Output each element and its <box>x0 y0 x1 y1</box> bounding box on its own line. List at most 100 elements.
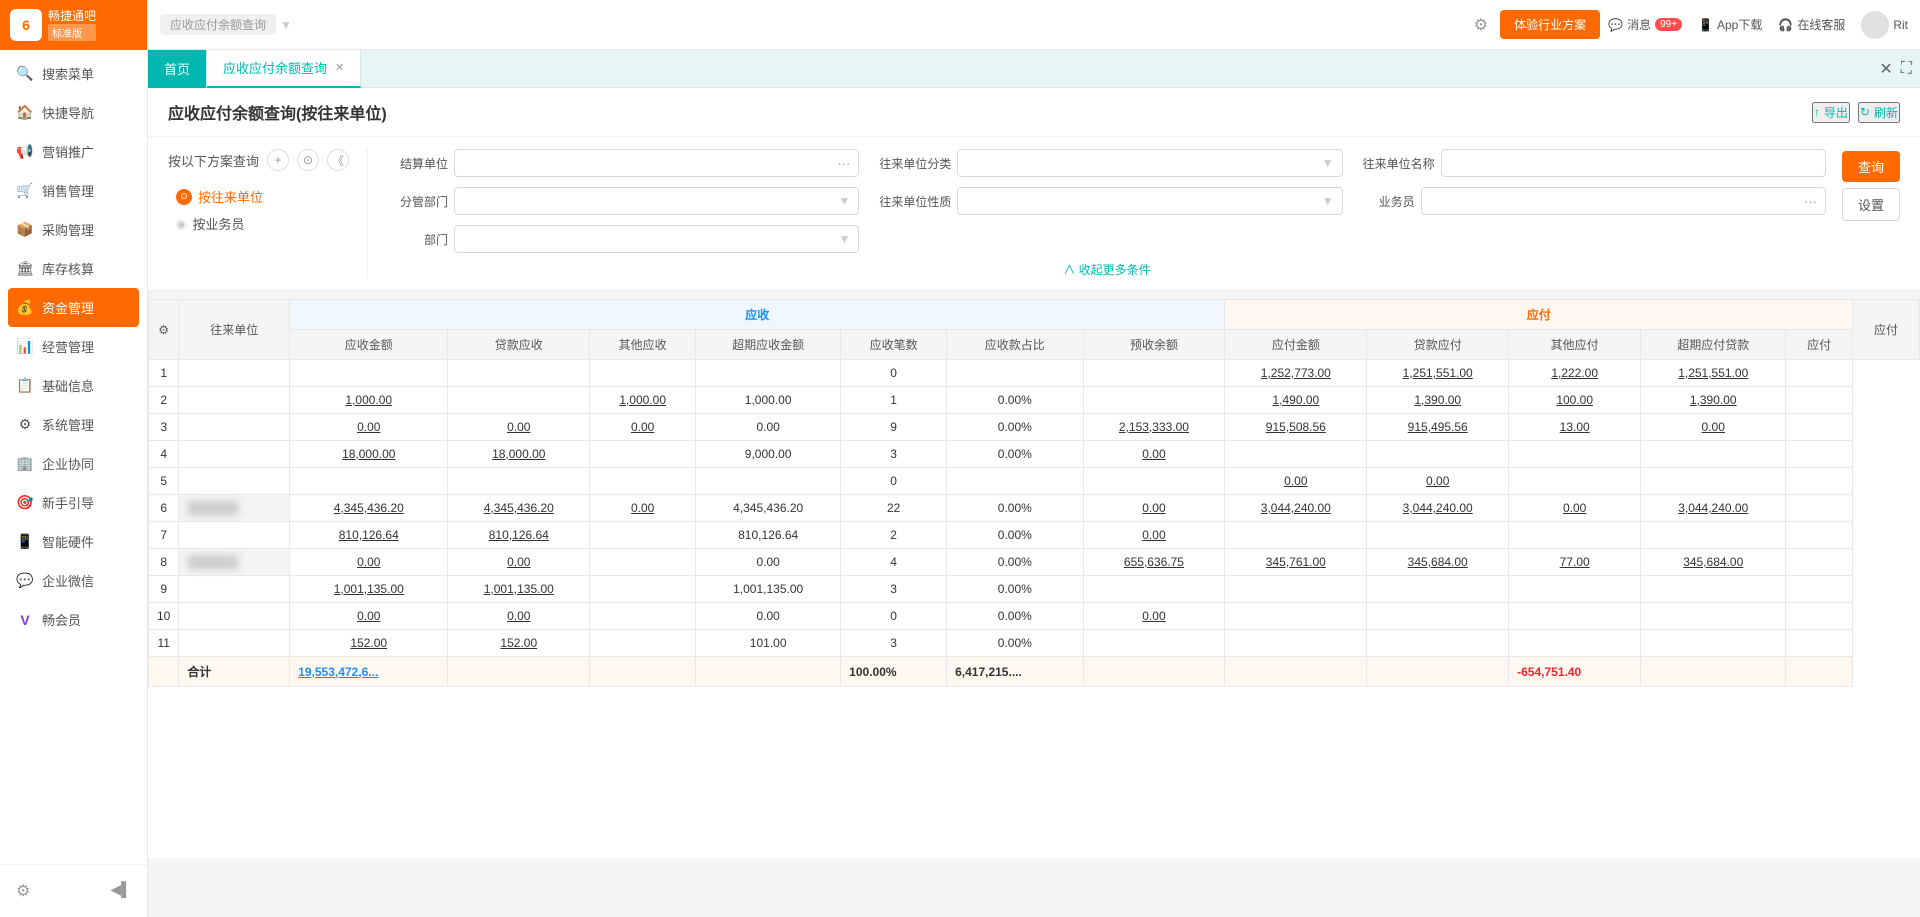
data-cell[interactable] <box>1509 630 1641 657</box>
sidebar-item-enterprise[interactable]: 🏢 企业协同 <box>0 444 147 483</box>
sidebar-item-purchase[interactable]: 📦 采购管理 <box>0 210 147 249</box>
filter-option-by-unit[interactable]: ⊙ 按往来单位 <box>168 183 355 210</box>
data-cell[interactable] <box>590 603 696 630</box>
data-cell[interactable] <box>1509 468 1641 495</box>
data-cell[interactable] <box>290 468 448 495</box>
data-cell[interactable] <box>1641 522 1786 549</box>
data-cell[interactable]: 810,126.64 <box>448 522 590 549</box>
sidebar-settings-icon[interactable]: ⚙ <box>16 881 30 901</box>
data-cell[interactable]: 0.00 <box>1083 522 1225 549</box>
data-cell[interactable] <box>1083 576 1225 603</box>
data-cell[interactable]: 1,222.00 <box>1509 360 1641 387</box>
user-avatar[interactable]: Rit <box>1861 11 1908 39</box>
data-cell[interactable]: 3,044,240.00 <box>1641 495 1786 522</box>
data-cell[interactable] <box>1509 441 1641 468</box>
sidebar-item-basic[interactable]: 📋 基础信息 <box>0 366 147 405</box>
data-cell[interactable]: 0.00 <box>290 414 448 441</box>
sidebar-collapse-icon[interactable]: ◀▌ <box>110 881 131 901</box>
data-cell[interactable] <box>1083 360 1225 387</box>
sidebar-item-weixin[interactable]: 💬 企业微信 <box>0 561 147 600</box>
messages-button[interactable]: 💬 消息 99+ <box>1608 16 1682 33</box>
data-cell[interactable] <box>1641 603 1786 630</box>
customer-service-button[interactable]: 🎧 在线客服 <box>1778 16 1845 33</box>
tab-close-icon[interactable]: ✕ <box>335 61 344 74</box>
data-cell[interactable] <box>1641 576 1786 603</box>
data-cell[interactable] <box>1083 468 1225 495</box>
data-cell[interactable] <box>590 522 696 549</box>
dept-manage-input[interactable]: ▼ <box>454 187 859 215</box>
filter-settings-button[interactable]: ⊙ <box>297 149 319 171</box>
data-cell[interactable] <box>1509 522 1641 549</box>
data-cell[interactable] <box>1367 603 1509 630</box>
dept-input[interactable]: ▼ <box>454 225 859 253</box>
data-cell[interactable]: 1,251,551.00 <box>1367 360 1509 387</box>
sidebar-item-hardware[interactable]: 📱 智能硬件 <box>0 522 147 561</box>
data-cell[interactable] <box>1641 630 1786 657</box>
data-cell[interactable]: 1,001,135.00 <box>448 576 590 603</box>
setting-button[interactable]: 设置 <box>1842 188 1900 221</box>
sidebar-item-operation[interactable]: 📊 经营管理 <box>0 327 147 366</box>
data-cell[interactable] <box>1367 441 1509 468</box>
data-cell[interactable]: 3,044,240.00 <box>1367 495 1509 522</box>
sidebar-item-inventory[interactable]: 🏛 库存核算 <box>0 249 147 288</box>
unit-category-input[interactable]: ▼ <box>957 149 1342 177</box>
data-cell[interactable] <box>590 549 696 576</box>
refresh-button[interactable]: ↻ 刷新 <box>1858 102 1900 123</box>
data-cell[interactable]: 0.00 <box>448 603 590 630</box>
data-cell[interactable]: 0.00 <box>1641 414 1786 441</box>
tab-home[interactable]: 首页 <box>148 50 207 88</box>
data-cell[interactable]: 0.00 <box>448 414 590 441</box>
query-button[interactable]: 查询 <box>1842 151 1900 182</box>
data-cell[interactable]: 810,126.64 <box>290 522 448 549</box>
data-cell[interactable] <box>1367 576 1509 603</box>
settlement-input[interactable]: ··· <box>454 149 859 177</box>
sidebar-item-system[interactable]: ⚙ 系统管理 <box>0 405 147 444</box>
data-cell[interactable]: 1,001,135.00 <box>290 576 448 603</box>
data-cell[interactable] <box>1509 603 1641 630</box>
data-cell[interactable]: 18,000.00 <box>290 441 448 468</box>
sidebar-item-guide[interactable]: 🎯 新手引导 <box>0 483 147 522</box>
salesperson-input[interactable]: ··· <box>1421 187 1826 215</box>
data-cell[interactable] <box>590 441 696 468</box>
data-cell[interactable] <box>1641 468 1786 495</box>
data-cell[interactable] <box>1367 522 1509 549</box>
unit-nature-input[interactable]: ▼ <box>957 187 1342 215</box>
data-cell[interactable] <box>1225 576 1367 603</box>
data-cell[interactable] <box>1083 630 1225 657</box>
col-settings-icon[interactable]: ⚙ <box>149 300 179 360</box>
data-cell[interactable]: 0.00 <box>1083 441 1225 468</box>
data-cell[interactable]: 77.00 <box>1509 549 1641 576</box>
data-cell[interactable] <box>290 360 448 387</box>
filter-option-by-staff[interactable]: ◉ 按业务员 <box>168 210 355 237</box>
data-cell[interactable] <box>590 576 696 603</box>
data-cell[interactable] <box>590 360 696 387</box>
data-cell[interactable]: 3,044,240.00 <box>1225 495 1367 522</box>
data-cell[interactable] <box>1641 441 1786 468</box>
data-cell[interactable]: 152.00 <box>448 630 590 657</box>
sidebar-item-sales[interactable]: 🛒 销售管理 <box>0 171 147 210</box>
data-cell[interactable]: 0.00 <box>1083 603 1225 630</box>
data-cell[interactable]: 18,000.00 <box>448 441 590 468</box>
data-cell[interactable]: 0.00 <box>590 414 696 441</box>
data-cell[interactable]: 0.00 <box>290 603 448 630</box>
data-cell[interactable] <box>590 468 696 495</box>
data-cell[interactable]: 1,490.00 <box>1225 387 1367 414</box>
data-cell[interactable]: 0.00 <box>1225 468 1367 495</box>
data-cell[interactable]: 0.00 <box>448 549 590 576</box>
filter-add-button[interactable]: + <box>267 149 289 171</box>
data-cell[interactable]: 0.00 <box>290 549 448 576</box>
data-cell[interactable]: 345,684.00 <box>1367 549 1509 576</box>
filter-collapse-btn[interactable]: 《 <box>327 149 349 171</box>
data-cell[interactable] <box>1225 441 1367 468</box>
data-cell[interactable]: 1,390.00 <box>1367 387 1509 414</box>
sidebar-item-search[interactable]: 🔍 搜索菜单 <box>0 54 147 93</box>
data-cell[interactable]: 1,252,773.00 <box>1225 360 1367 387</box>
data-cell[interactable]: 13.00 <box>1509 414 1641 441</box>
data-cell[interactable]: 655,636.75 <box>1083 549 1225 576</box>
data-cell[interactable] <box>1225 630 1367 657</box>
data-cell[interactable]: 1,390.00 <box>1641 387 1786 414</box>
data-cell[interactable]: 1,000.00 <box>290 387 448 414</box>
data-cell[interactable]: 2,153,333.00 <box>1083 414 1225 441</box>
data-cell[interactable] <box>448 387 590 414</box>
export-button[interactable]: ↑ 导出 <box>1812 102 1850 123</box>
